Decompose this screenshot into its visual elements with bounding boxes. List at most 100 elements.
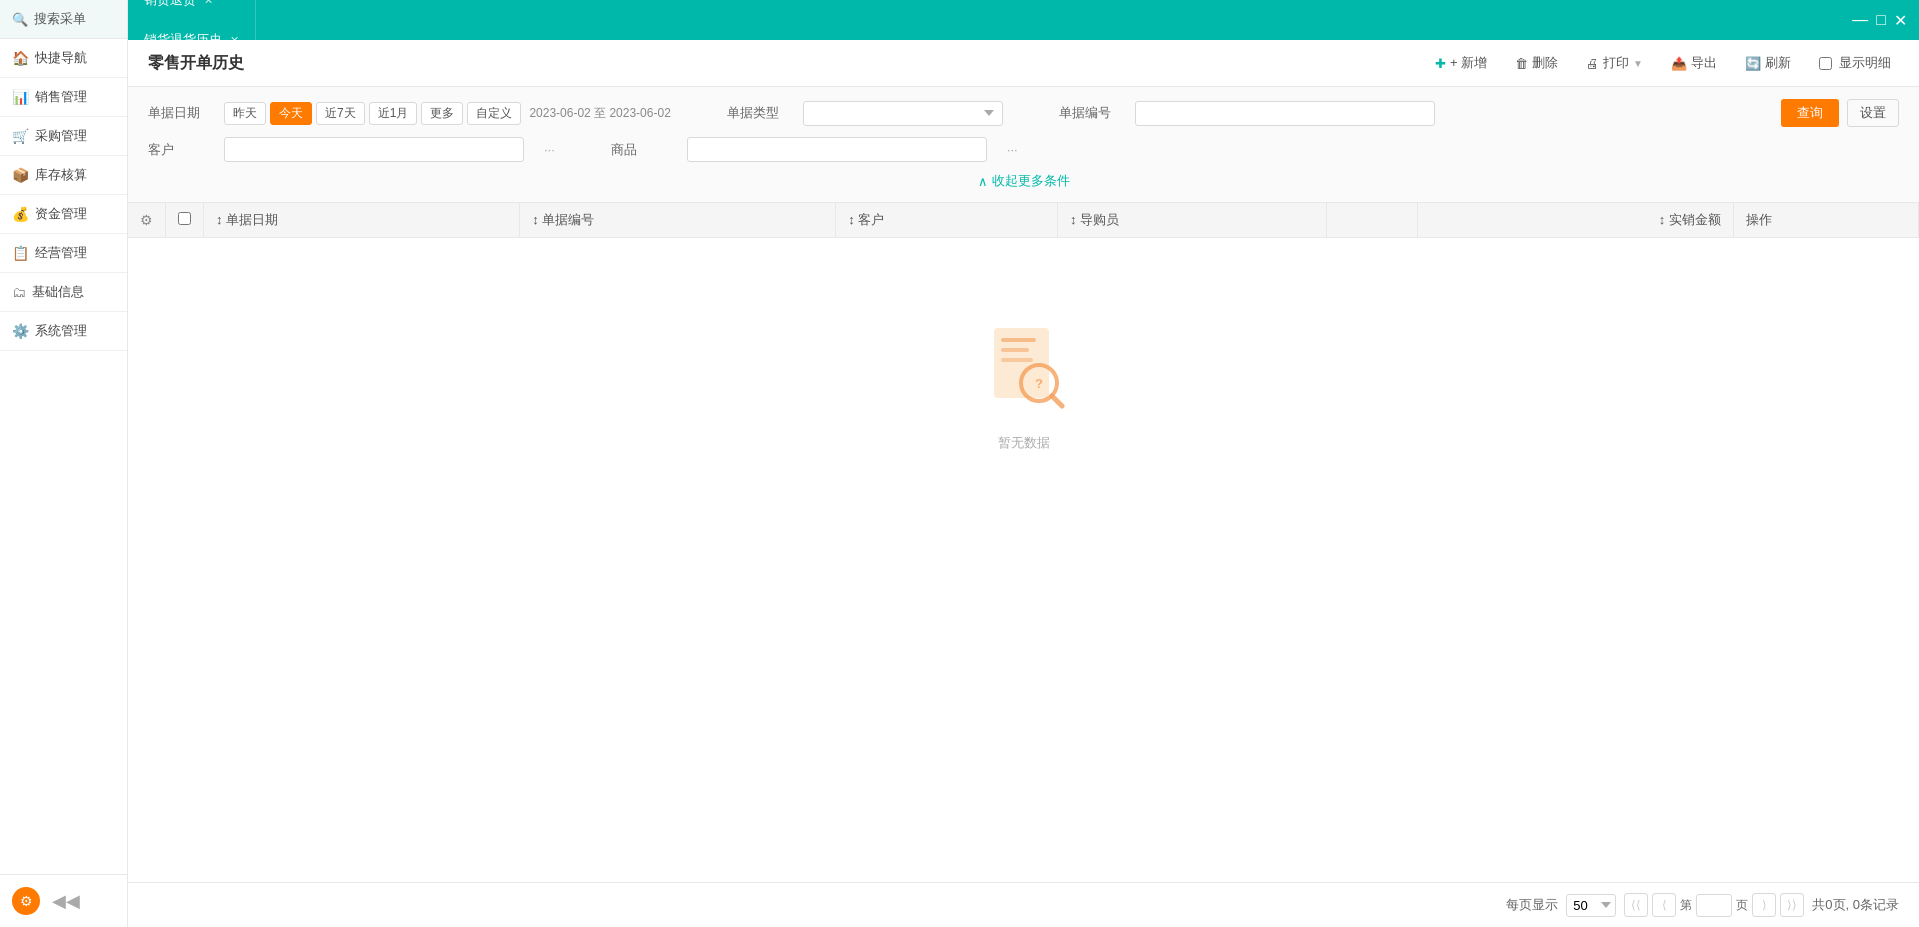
settings-gear-button[interactable]: ⚙ <box>12 887 40 915</box>
search-icon: 🔍 <box>12 12 28 27</box>
column-settings-icon[interactable]: ⚙ <box>140 212 153 228</box>
export-button[interactable]: 📤 导出 <box>1663 50 1725 76</box>
page-input[interactable]: 1 <box>1696 894 1732 917</box>
doc-type-select[interactable] <box>803 101 1003 126</box>
sidebar-search[interactable]: 🔍 搜索采单 <box>0 0 127 39</box>
next-page-button[interactable]: ⟩ <box>1752 893 1776 917</box>
top-nav-right: — □ ✕ <box>1840 11 1919 30</box>
top-nav: 首页销售订单✕销货退货✕销货退货历史✕零售开单✕零售开单历史✕ — □ ✕ <box>128 0 1919 40</box>
sidebar-item-inventory[interactable]: 📦库存核算 <box>0 156 127 195</box>
sidebar-item-basic-info[interactable]: 🗂基础信息 <box>0 273 127 312</box>
date-last-month-button[interactable]: 近1月 <box>369 102 418 125</box>
date-last7-button[interactable]: 近7天 <box>316 102 365 125</box>
sidebar-item-quick-nav[interactable]: 🏠快捷导航 <box>0 39 127 78</box>
filter-row-2: 客户 ··· 商品 ··· <box>148 137 1899 162</box>
print-button[interactable]: 🖨 打印 ▼ <box>1578 50 1651 76</box>
svg-rect-1 <box>1001 338 1036 342</box>
th-date-label: ↕ 单据日期 <box>216 212 278 227</box>
sidebar-item-sales-mgmt[interactable]: 📊销售管理 <box>0 78 127 117</box>
sidebar-item-sys-mgmt[interactable]: ⚙️系统管理 <box>0 312 127 351</box>
tab-close-sales-return-history[interactable]: ✕ <box>230 34 239 47</box>
pagination: 每页显示 102050100 ⟨⟨ ⟨ 第 1 页 ⟩ ⟩⟩ 共0页, 0条记录 <box>128 882 1919 927</box>
th-actual-amount-label: ↕ 实销金额 <box>1659 212 1721 227</box>
window-close-button[interactable]: ✕ <box>1894 11 1907 30</box>
th-customer[interactable]: ↕ 客户 <box>836 203 1058 238</box>
data-table: ⚙ ↕ 单据日期 ↕ 单据编号 ↕ 客户 <box>128 203 1919 238</box>
sidebar-icon-purchase-mgmt: 🛒 <box>12 128 29 144</box>
display-cols-checkbox[interactable] <box>1819 57 1832 70</box>
tab-sales-return[interactable]: 销货退货 ✕ <box>128 0 256 20</box>
sidebar-bottom: ⚙ ◀◀ <box>0 874 127 927</box>
tab-close-retail-open-history[interactable]: ✕ <box>230 114 239 127</box>
settings-button[interactable]: 设置 <box>1847 99 1899 127</box>
sidebar-item-finance[interactable]: 💰 资金管理 <box>0 195 127 234</box>
query-button[interactable]: 查询 <box>1781 99 1839 127</box>
refresh-button[interactable]: 🔄 刷新 <box>1737 50 1799 76</box>
export-icon: 📤 <box>1671 56 1687 71</box>
table-wrapper: ⚙ ↕ 单据日期 ↕ 单据编号 ↕ 客户 <box>128 203 1919 882</box>
print-dropdown-icon: ▼ <box>1633 58 1643 69</box>
customer-label: 客户 <box>148 141 208 159</box>
window-maximize-button[interactable]: □ <box>1876 11 1886 29</box>
first-page-button[interactable]: ⟨⟨ <box>1624 893 1648 917</box>
table-header-row: ⚙ ↕ 单据日期 ↕ 单据编号 ↕ 客户 <box>128 203 1919 238</box>
sidebar-label-inventory: 库存核算 <box>35 166 87 184</box>
empty-text: 暂无数据 <box>998 434 1050 452</box>
date-today-button[interactable]: 今天 <box>270 102 312 125</box>
toolbar: ✚ + 新增 🗑 删除 🖨 打印 ▼ 📤 导出 🔄 <box>1427 50 1899 76</box>
sidebar-icon-basic-info: 🗂 <box>12 284 26 300</box>
sidebar-icon-finance: 💰 <box>12 206 29 222</box>
th-customer-label: ↕ 客户 <box>848 212 884 227</box>
th-salesperson[interactable]: ↕ 导购员 <box>1058 203 1327 238</box>
add-icon: ✚ <box>1435 56 1446 71</box>
doc-type-label: 单据类型 <box>727 104 787 122</box>
sidebar-item-purchase-mgmt[interactable]: 🛒采购管理 <box>0 117 127 156</box>
th-salesperson-label: ↕ 导购员 <box>1070 212 1119 227</box>
date-more-button[interactable]: 更多 <box>421 102 463 125</box>
per-page-select[interactable]: 102050100 <box>1566 894 1616 917</box>
customer-input[interactable] <box>224 137 524 162</box>
delete-button[interactable]: 🗑 删除 <box>1507 50 1566 76</box>
th-gear[interactable]: ⚙ <box>128 203 166 238</box>
empty-icon: ? <box>974 318 1074 418</box>
sidebar-label-quick-nav: 快捷导航 <box>35 49 87 67</box>
date-custom-button[interactable]: 自定义 <box>467 102 521 125</box>
collapse-up-icon: ∧ <box>978 174 988 189</box>
collapse-filter-button[interactable]: ∧ 收起更多条件 <box>148 172 1899 190</box>
date-filter-label: 单据日期 <box>148 104 208 122</box>
tab-close-sales-return[interactable]: ✕ <box>204 0 213 7</box>
page-nav: ⟨⟨ ⟨ 第 1 页 ⟩ ⟩⟩ <box>1624 893 1804 917</box>
sidebar-icon-sys-mgmt: ⚙️ <box>12 323 29 339</box>
tab-label-sales-return: 销货退货 <box>144 0 196 9</box>
th-actual-amount[interactable]: ↕ 实销金额 <box>1417 203 1733 238</box>
goods-label: 商品 <box>611 141 671 159</box>
doc-no-input[interactable] <box>1135 101 1435 126</box>
filter-row-1: 单据日期 昨天 今天 近7天 近1月 更多 自定义 2023-06-02 至 2… <box>148 99 1899 127</box>
select-all-checkbox[interactable] <box>178 212 191 225</box>
goods-more-dots[interactable]: ··· <box>1007 142 1018 157</box>
sidebar-label-finance: 资金管理 <box>35 205 87 223</box>
page-label: 第 <box>1680 897 1692 914</box>
display-cols-button[interactable]: 显示明细 <box>1811 50 1899 76</box>
svg-rect-3 <box>1001 358 1033 362</box>
sidebar-item-ops-mgmt[interactable]: 📋经营管理 <box>0 234 127 273</box>
prev-page-button[interactable]: ⟨ <box>1652 893 1676 917</box>
window-minimize-button[interactable]: — <box>1852 11 1868 29</box>
print-icon: 🖨 <box>1586 56 1599 71</box>
th-date[interactable]: ↕ 单据日期 <box>204 203 520 238</box>
th-checkbox <box>166 203 204 238</box>
sidebar-search-label: 搜索采单 <box>34 10 86 28</box>
date-options: 昨天 今天 近7天 近1月 更多 自定义 2023-06-02 至 2023-0… <box>224 102 671 125</box>
delete-icon: 🗑 <box>1515 56 1528 71</box>
sidebar-label-ops-mgmt: 经营管理 <box>35 244 87 262</box>
last-page-button[interactable]: ⟩⟩ <box>1780 893 1804 917</box>
tab-close-retail-open[interactable]: ✕ <box>204 74 213 87</box>
goods-input[interactable] <box>687 137 987 162</box>
customer-more-dots[interactable]: ··· <box>544 142 555 157</box>
th-action-label: 操作 <box>1746 212 1772 227</box>
add-button[interactable]: ✚ + 新增 <box>1427 50 1495 76</box>
page-header: 零售开单历史 ✚ + 新增 🗑 删除 🖨 打印 ▼ 📤 导出 <box>128 40 1919 87</box>
svg-line-6 <box>1052 396 1062 406</box>
sidebar-collapse-button[interactable]: ◀◀ <box>52 890 80 912</box>
th-no[interactable]: ↕ 单据编号 <box>520 203 836 238</box>
